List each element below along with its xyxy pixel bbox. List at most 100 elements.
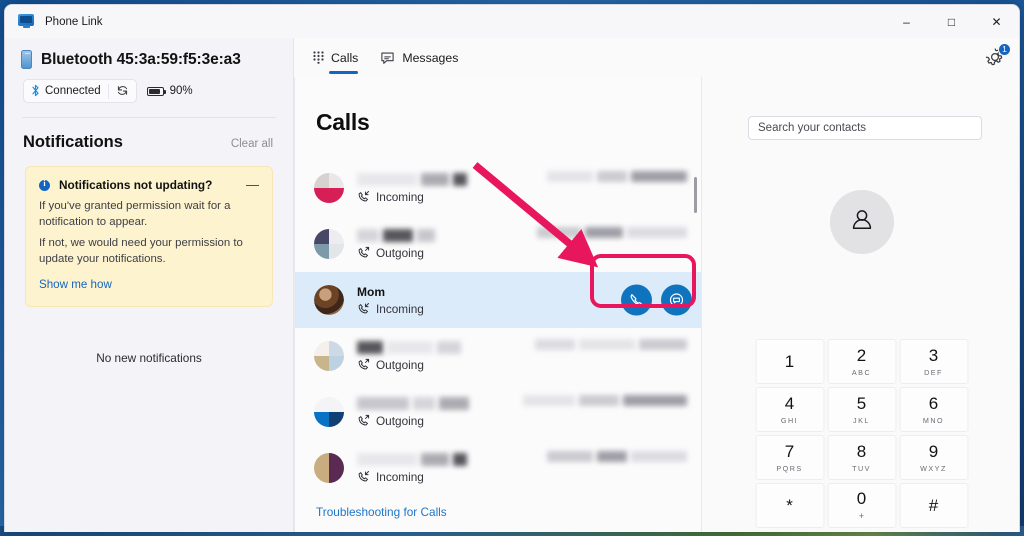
call-direction-label: Incoming — [376, 470, 424, 484]
tab-calls[interactable]: Calls — [310, 38, 361, 77]
call-timestamp — [547, 171, 687, 182]
dialpad[interactable]: 12ABC3DEF4GHI5JKL6MNO7PQRS8TUV9WXYZ*0+# — [755, 339, 968, 528]
redacted-contact-name — [357, 229, 379, 242]
redacted-timestamp — [627, 227, 687, 238]
clear-all-button[interactable]: Clear all — [231, 138, 273, 150]
message-bubble-icon — [380, 51, 395, 65]
dialpad-key-letters: TUV — [852, 464, 871, 473]
call-timestamp — [537, 227, 687, 238]
notification-card-minimize-button[interactable]: — — [246, 182, 259, 188]
call-direction-label: Incoming — [376, 190, 424, 204]
window-controls: – □ ✕ — [884, 5, 1019, 38]
dialpad-key-letters: GHI — [781, 416, 798, 425]
troubleshooting-link[interactable]: Troubleshooting for Calls — [316, 505, 447, 519]
dialpad-key-number: 9 — [929, 443, 938, 460]
no-notifications-text: No new notifications — [5, 351, 293, 365]
call-direction: Incoming — [357, 190, 701, 204]
settings-badge: 1 — [998, 43, 1011, 56]
dialpad-key-number: * — [786, 497, 793, 514]
minimize-button[interactable]: – — [884, 5, 929, 38]
device-status-row: Connected 90% — [5, 69, 293, 103]
dialpad-key-letters: ABC — [852, 368, 871, 377]
info-icon — [39, 180, 50, 191]
dialpad-key-number: 5 — [857, 395, 866, 412]
connection-status-pill[interactable]: Connected — [23, 79, 137, 103]
calls-list-scrollbar[interactable] — [694, 177, 697, 213]
redacted-contact-name — [387, 341, 433, 354]
dialpad-key-3[interactable]: 3 DEF — [899, 339, 968, 384]
call-row[interactable]: Incoming — [295, 160, 701, 216]
battery-status: 90% — [147, 85, 193, 97]
dialpad-key-letters: JKL — [853, 416, 870, 425]
call-direction-label: Outgoing — [376, 246, 424, 260]
dialpad-key-8[interactable]: 8 TUV — [827, 435, 896, 480]
refresh-icon[interactable] — [116, 84, 129, 99]
call-direction: Incoming — [357, 470, 701, 484]
redacted-timestamp — [547, 451, 593, 462]
dialpad-key-9[interactable]: 9 WXYZ — [899, 435, 968, 480]
redacted-contact-name — [413, 397, 435, 410]
calls-heading: Calls — [295, 77, 701, 136]
dialpad-key-star[interactable]: * — [755, 483, 824, 528]
call-row[interactable]: Outgoing — [295, 328, 701, 384]
redacted-timestamp — [585, 227, 623, 238]
dialpad-key-number: 4 — [785, 395, 794, 412]
dialpad-key-4[interactable]: 4 GHI — [755, 387, 824, 432]
person-icon — [847, 205, 877, 240]
incoming-call-icon — [357, 190, 370, 203]
call-row[interactable]: Incoming — [295, 440, 701, 489]
dialpad-key-number: 6 — [929, 395, 938, 412]
tab-messages-label: Messages — [402, 51, 458, 65]
annotation-highlight-box — [590, 254, 696, 308]
dialpad-key-letters: DEF — [924, 368, 943, 377]
notification-card-title: Notifications not updating? — [59, 178, 212, 192]
dialpad-key-number: 1 — [785, 353, 794, 370]
dialpad-key-number: # — [929, 497, 938, 514]
pill-divider — [108, 84, 109, 99]
close-button[interactable]: ✕ — [974, 5, 1019, 38]
battery-percent: 90% — [170, 85, 193, 97]
dialpad-key-2[interactable]: 2 ABC — [827, 339, 896, 384]
dialpad-key-letters: + — [859, 511, 864, 521]
device-header: Bluetooth 45:3a:59:f5:3e:a3 — [5, 38, 293, 69]
redacted-contact-name — [453, 173, 467, 186]
notification-card: Notifications not updating? — If you've … — [25, 166, 273, 307]
dialpad-key-number: 0 — [857, 490, 866, 507]
contacts-panel: 12ABC3DEF4GHI5JKL6MNO7PQRS8TUV9WXYZ*0+# — [702, 77, 1020, 532]
redacted-timestamp — [597, 451, 627, 462]
dialpad-key-0[interactable]: 0+ — [827, 483, 896, 528]
phone-link-window: Phone Link – □ ✕ Bluetooth 45:3a:59:f5:3… — [4, 4, 1020, 532]
outgoing-call-icon — [357, 414, 370, 427]
bluetooth-icon — [31, 84, 40, 99]
tab-messages[interactable]: Messages — [377, 38, 461, 77]
maximize-button[interactable]: □ — [929, 5, 974, 38]
notifications-header: Notifications Clear all — [5, 118, 293, 152]
settings-button[interactable]: 1 — [985, 47, 1007, 69]
call-row[interactable]: Outgoing — [295, 384, 701, 440]
dialpad-key-number: 3 — [929, 347, 938, 364]
redacted-timestamp — [631, 451, 687, 462]
dialpad-key-number: 2 — [857, 347, 866, 364]
dialpad-key-letters: WXYZ — [920, 464, 947, 473]
calls-list[interactable]: IncomingOutgoingMomIncomingOutgoingOutgo… — [295, 160, 701, 489]
dialpad-key-6[interactable]: 6MNO — [899, 387, 968, 432]
dialpad-icon — [313, 51, 324, 64]
avatar — [314, 285, 344, 315]
notification-card-body-2: If not, we would need your permission to… — [39, 236, 259, 267]
redacted-contact-name — [417, 229, 435, 242]
show-me-how-link[interactable]: Show me how — [39, 278, 112, 291]
dialpad-key-number: 8 — [857, 443, 866, 460]
search-contacts-input[interactable] — [748, 116, 982, 140]
dialpad-key-5[interactable]: 5 JKL — [827, 387, 896, 432]
dialpad-key-1[interactable]: 1 — [755, 339, 824, 384]
redacted-contact-name — [357, 397, 409, 410]
dialpad-key-hash[interactable]: # — [899, 483, 968, 528]
call-timestamp — [535, 339, 687, 350]
redacted-timestamp — [623, 395, 687, 406]
call-direction-label: Outgoing — [376, 414, 424, 428]
dialpad-key-7[interactable]: 7PQRS — [755, 435, 824, 480]
dialpad-key-letters: PQRS — [776, 464, 802, 473]
redacted-contact-name — [357, 453, 417, 466]
redacted-timestamp — [535, 339, 575, 350]
notification-card-body-1: If you've granted permission wait for a … — [39, 199, 259, 230]
